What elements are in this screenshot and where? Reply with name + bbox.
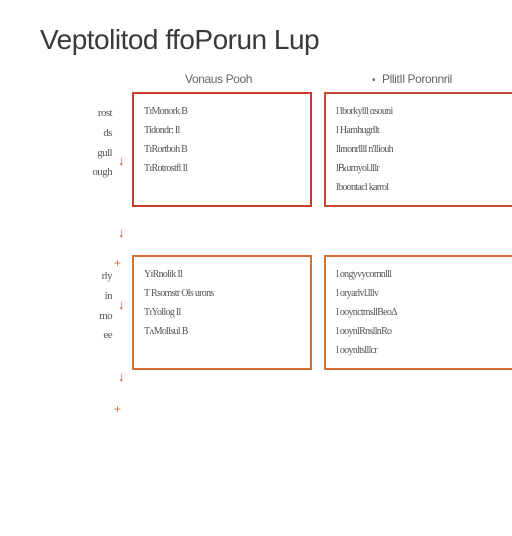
card-line: TɪYollog Il: [144, 303, 300, 322]
plus-icon: +: [114, 402, 121, 416]
plus-icon: +: [114, 256, 121, 270]
card-line: TʌMollsul B: [144, 322, 300, 341]
row-label: gull: [20, 144, 120, 164]
down-arrow-icon: ↓: [118, 154, 125, 167]
card-line: lboontacl karrol: [336, 178, 502, 197]
down-arrow-icon: ↓: [118, 226, 125, 239]
card-r0-c1: l lborkylll ɑsouni l Hamhugrllt llrnonrl…: [324, 92, 512, 207]
row-label: rost: [20, 104, 120, 124]
card-line: TɪRortboh B: [144, 140, 300, 159]
row-label: ee: [20, 326, 120, 346]
row-label-group-1: rly in mo ee: [20, 255, 120, 370]
col-header-right: • PllitIl Poronnril: [372, 72, 452, 86]
card-r1-c0: YɪRnolik Il T Rsomstr Ols urons TɪYollog…: [132, 255, 312, 370]
row-label-group-0: rost ds gull ough: [20, 92, 120, 207]
col-header-right-label: PllitIl Poronnril: [382, 72, 452, 86]
card-line: Tidondr: Il: [144, 121, 300, 140]
card-line: YɪRnolik Il: [144, 265, 300, 284]
col-header-left: Vonaus Pooh: [185, 72, 252, 86]
card-line: llrnonrllll n'lliouh: [336, 140, 502, 159]
row-label: ough: [20, 163, 120, 183]
card-line: l ooynctrnsllBeoΔ: [336, 303, 502, 322]
card-line: l℞umyol.lllr: [336, 159, 502, 178]
card-line: TɪRotrostfl Il: [144, 159, 300, 178]
card-line: l ooynlRnsllnRo: [336, 322, 502, 341]
card-r0-c0: TɪMonork B Tidondr: Il TɪRortboh B TɪRot…: [132, 92, 312, 207]
row-label: in: [20, 287, 120, 307]
column-header-row: Vonaus Pooh • PllitIl Poronnril: [185, 72, 512, 86]
card-line: TɪMonork B: [144, 102, 300, 121]
bullet-icon: •: [372, 75, 375, 86]
card-line: l ooynltslllcr: [336, 341, 502, 360]
grid-layout: rost ds gull ough TɪMonork B Tidondr: Il…: [20, 92, 512, 370]
row-label: ds: [20, 124, 120, 144]
row-label: mo: [20, 307, 120, 327]
card-line: l lborkylll ɑsouni: [336, 102, 502, 121]
card-r1-c1: l ongyvycomnlll l oryarlvl.lllv l ooynct…: [324, 255, 512, 370]
card-line: T Rsomstr Ols urons: [144, 284, 300, 303]
page-title: Veptolitod ffoPorun Lup: [40, 24, 512, 56]
down-arrow-icon: ↓: [118, 298, 125, 311]
card-line: l ongyvycomnlll: [336, 265, 502, 284]
row-label: rly: [20, 267, 120, 287]
card-line: l oryarlvl.lllv: [336, 284, 502, 303]
card-line: l Hamhugrllt: [336, 121, 502, 140]
down-arrow-icon: ↓: [118, 370, 125, 383]
